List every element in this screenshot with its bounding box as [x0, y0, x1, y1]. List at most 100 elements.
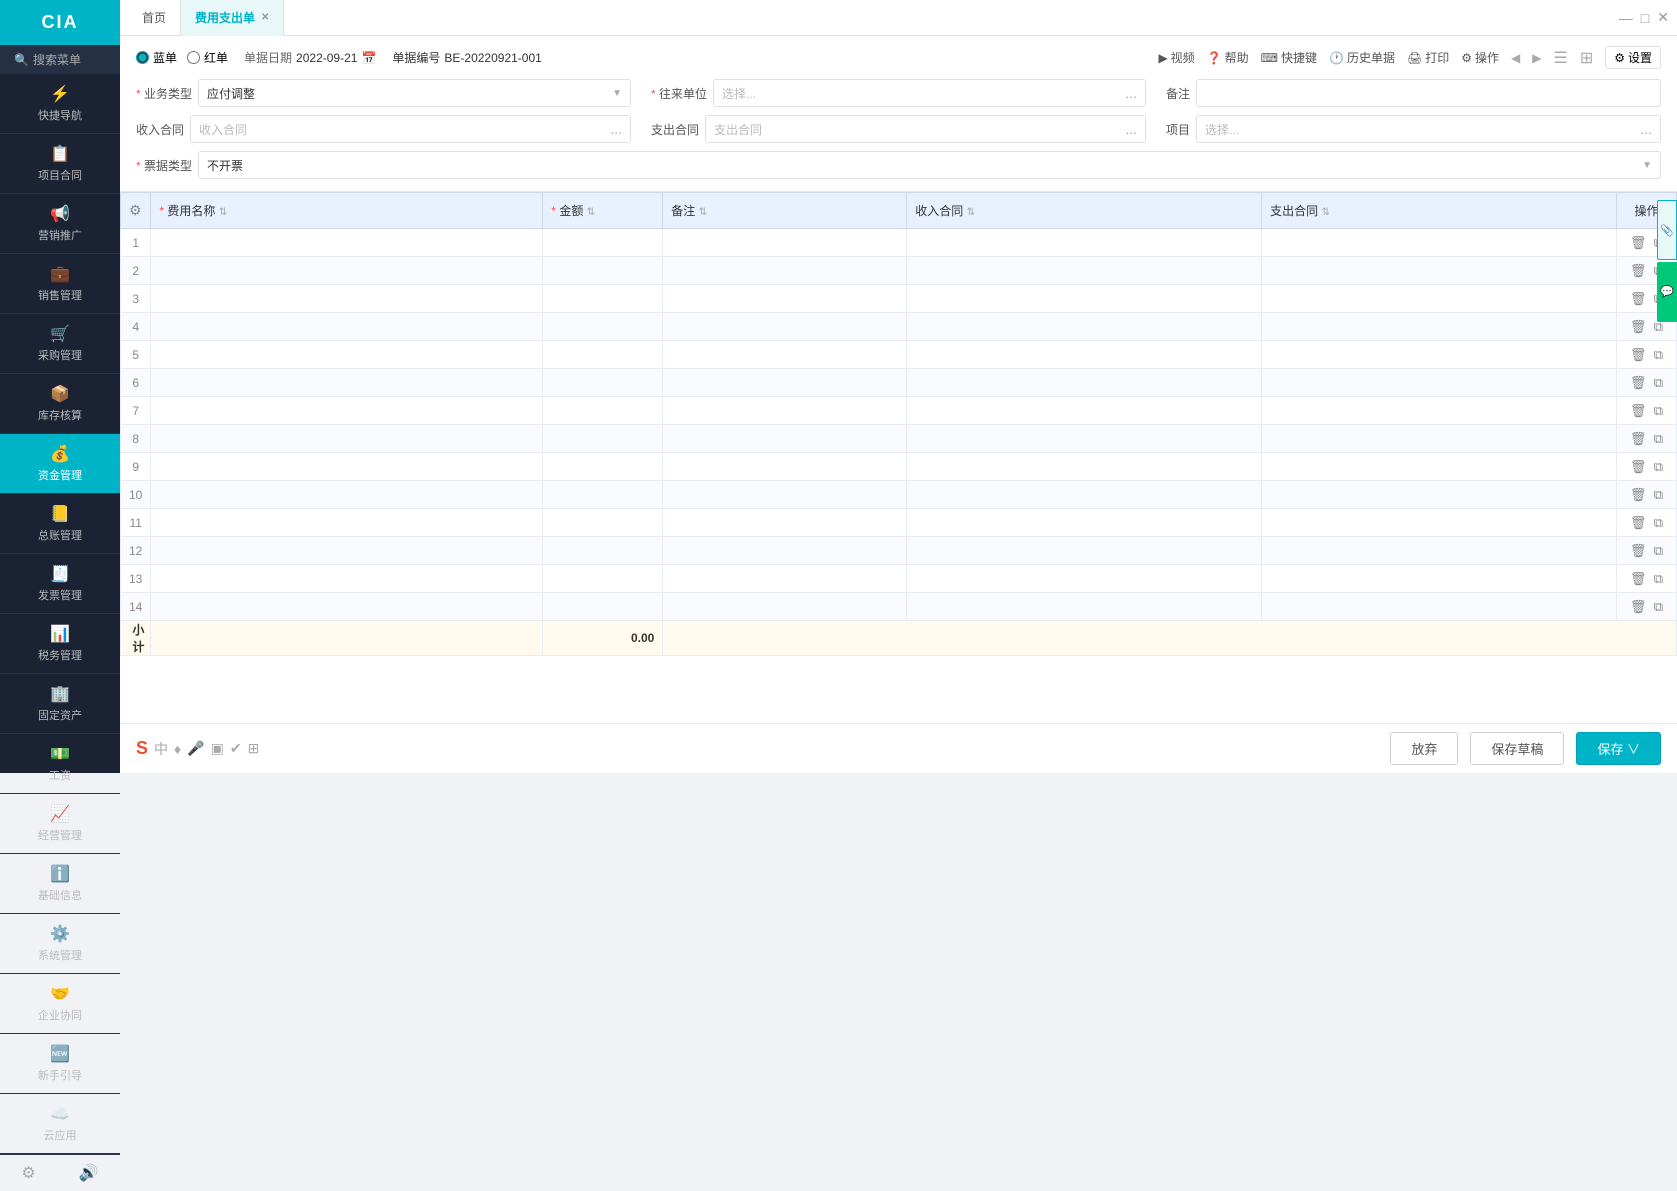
red-bill-input[interactable] [187, 51, 200, 64]
more-icon[interactable]: ... [1125, 85, 1137, 101]
amount-cell[interactable] [543, 453, 663, 481]
note-cell[interactable] [663, 425, 907, 453]
float-btn-2[interactable]: 💬 [1657, 262, 1677, 322]
expense-name-cell[interactable] [151, 369, 543, 397]
delete-row-icon[interactable]: 🗑 [1630, 431, 1647, 446]
project-input[interactable]: 选择... ... [1196, 115, 1661, 143]
save-draft-button[interactable]: 保存草稿 [1470, 732, 1564, 765]
minimize-icon[interactable]: — [1619, 10, 1633, 26]
history-btn[interactable]: 🕐 历史单据 [1329, 49, 1395, 66]
note-cell[interactable] [663, 509, 907, 537]
sidebar-item-funds-mgmt[interactable]: 💰资金管理 [0, 434, 120, 494]
copy-row-icon[interactable]: ⧉ [1654, 347, 1663, 362]
expense-contract-cell[interactable] [1262, 537, 1617, 565]
expense-contract-cell[interactable] [1262, 509, 1617, 537]
tab-expense-bill[interactable]: 费用支出单 ✕ [181, 0, 284, 36]
sidebar-item-project-contract[interactable]: 📋项目合同 [0, 134, 120, 194]
income-contract-cell[interactable] [907, 313, 1262, 341]
copy-row-icon[interactable]: ⧉ [1654, 543, 1663, 558]
sidebar-item-invoice-mgmt[interactable]: 🧾发票管理 [0, 554, 120, 614]
operations-btn[interactable]: ⚙ 操作 [1461, 49, 1499, 66]
delete-row-icon[interactable]: 🗑 [1630, 515, 1647, 530]
settings-btn[interactable]: ⚙ 设置 [1605, 46, 1661, 69]
expense-contract-cell[interactable] [1262, 313, 1617, 341]
shortcut-btn[interactable]: ⌨ 快捷键 [1261, 49, 1317, 66]
expense-contract-cell[interactable] [1262, 397, 1617, 425]
delete-row-icon[interactable]: 🗑 [1630, 235, 1647, 250]
sidebar-item-basic-info[interactable]: ℹ️基础信息 [0, 854, 120, 914]
sort-icon-income[interactable]: ⇅ [967, 207, 975, 218]
expense-name-cell[interactable] [151, 453, 543, 481]
expense-name-cell[interactable] [151, 509, 543, 537]
expense-name-cell[interactable] [151, 229, 543, 257]
amount-cell[interactable] [543, 257, 663, 285]
expense-name-cell[interactable] [151, 341, 543, 369]
income-contract-cell[interactable] [907, 453, 1262, 481]
expense-contract-cell[interactable] [1262, 257, 1617, 285]
expense-contract-cell[interactable] [1262, 341, 1617, 369]
amount-cell[interactable] [543, 537, 663, 565]
note-cell[interactable] [663, 313, 907, 341]
sort-icon-expense[interactable]: ⇅ [219, 207, 227, 218]
copy-row-icon[interactable]: ⧉ [1654, 403, 1663, 418]
copy-row-icon[interactable]: ⧉ [1654, 571, 1663, 586]
note-cell[interactable] [663, 229, 907, 257]
delete-row-icon[interactable]: 🗑 [1630, 571, 1647, 586]
delete-row-icon[interactable]: 🗑 [1630, 263, 1647, 278]
sidebar-item-new-guide[interactable]: 🆕新手引导 [0, 1034, 120, 1094]
income-contract-cell[interactable] [907, 425, 1262, 453]
delete-row-icon[interactable]: 🗑 [1630, 403, 1647, 418]
sidebar-item-purchase-mgmt[interactable]: 🛒采购管理 [0, 314, 120, 374]
expense-name-cell[interactable] [151, 537, 543, 565]
sidebar-item-marketing[interactable]: 📢营销推广 [0, 194, 120, 254]
income-contract-input[interactable]: 收入合同 ... [190, 115, 631, 143]
nav-right-icon[interactable]: ▶ [1532, 51, 1541, 65]
expense-name-cell[interactable] [151, 257, 543, 285]
note-cell[interactable] [663, 341, 907, 369]
list-view-icon[interactable]: ☰ [1553, 48, 1567, 68]
delete-row-icon[interactable]: 🗑 [1630, 347, 1647, 362]
amount-cell[interactable] [543, 509, 663, 537]
sidebar-item-fixed-assets[interactable]: 🏢固定资产 [0, 674, 120, 734]
income-contract-cell[interactable] [907, 369, 1262, 397]
expense-name-cell[interactable] [151, 565, 543, 593]
red-bill-radio[interactable]: 红单 [187, 49, 228, 66]
delete-row-icon[interactable]: 🗑 [1630, 543, 1647, 558]
income-contract-cell[interactable] [907, 229, 1262, 257]
income-contract-cell[interactable] [907, 285, 1262, 313]
income-contract-cell[interactable] [907, 257, 1262, 285]
note-cell[interactable] [663, 593, 907, 621]
copy-row-icon[interactable]: ⧉ [1654, 515, 1663, 530]
amount-cell[interactable] [543, 425, 663, 453]
sort-icon-note[interactable]: ⇅ [699, 207, 707, 218]
amount-cell[interactable] [543, 481, 663, 509]
remarks-input[interactable] [1196, 79, 1661, 107]
sidebar-item-system-mgmt[interactable]: ⚙️系统管理 [0, 914, 120, 974]
maximize-icon[interactable]: □ [1641, 10, 1649, 26]
tab-close-icon[interactable]: ✕ [261, 12, 269, 23]
note-cell[interactable] [663, 397, 907, 425]
expense-name-cell[interactable] [151, 481, 543, 509]
project-more-icon[interactable]: ... [1640, 121, 1652, 137]
expense-name-cell[interactable] [151, 313, 543, 341]
income-contract-cell[interactable] [907, 341, 1262, 369]
sort-icon-amount[interactable]: ⇅ [587, 207, 595, 218]
grid-view-icon[interactable]: ⊞ [1580, 48, 1593, 68]
help-btn[interactable]: ❓ 帮助 [1207, 49, 1249, 66]
income-contract-cell[interactable] [907, 593, 1262, 621]
sidebar-item-quick-nav[interactable]: ⚡快捷导航 [0, 74, 120, 134]
print-btn[interactable]: 🖨 打印 [1407, 49, 1449, 66]
copy-row-icon[interactable]: ⧉ [1654, 375, 1663, 390]
sidebar-item-cloud-apps[interactable]: ☁️云应用 [0, 1094, 120, 1154]
expense-name-cell[interactable] [151, 285, 543, 313]
tab-home[interactable]: 首页 [128, 0, 181, 36]
expense-contract-input[interactable]: 支出合同 ... [705, 115, 1146, 143]
amount-cell[interactable] [543, 313, 663, 341]
sidebar-item-salary[interactable]: 💵工资 [0, 734, 120, 794]
amount-cell[interactable] [543, 369, 663, 397]
expense-contract-cell[interactable] [1262, 565, 1617, 593]
more-dots-icon[interactable]: ... [610, 121, 622, 137]
delete-row-icon[interactable]: 🗑 [1630, 291, 1647, 306]
sidebar-item-inventory[interactable]: 📦库存核算 [0, 374, 120, 434]
amount-cell[interactable] [543, 229, 663, 257]
